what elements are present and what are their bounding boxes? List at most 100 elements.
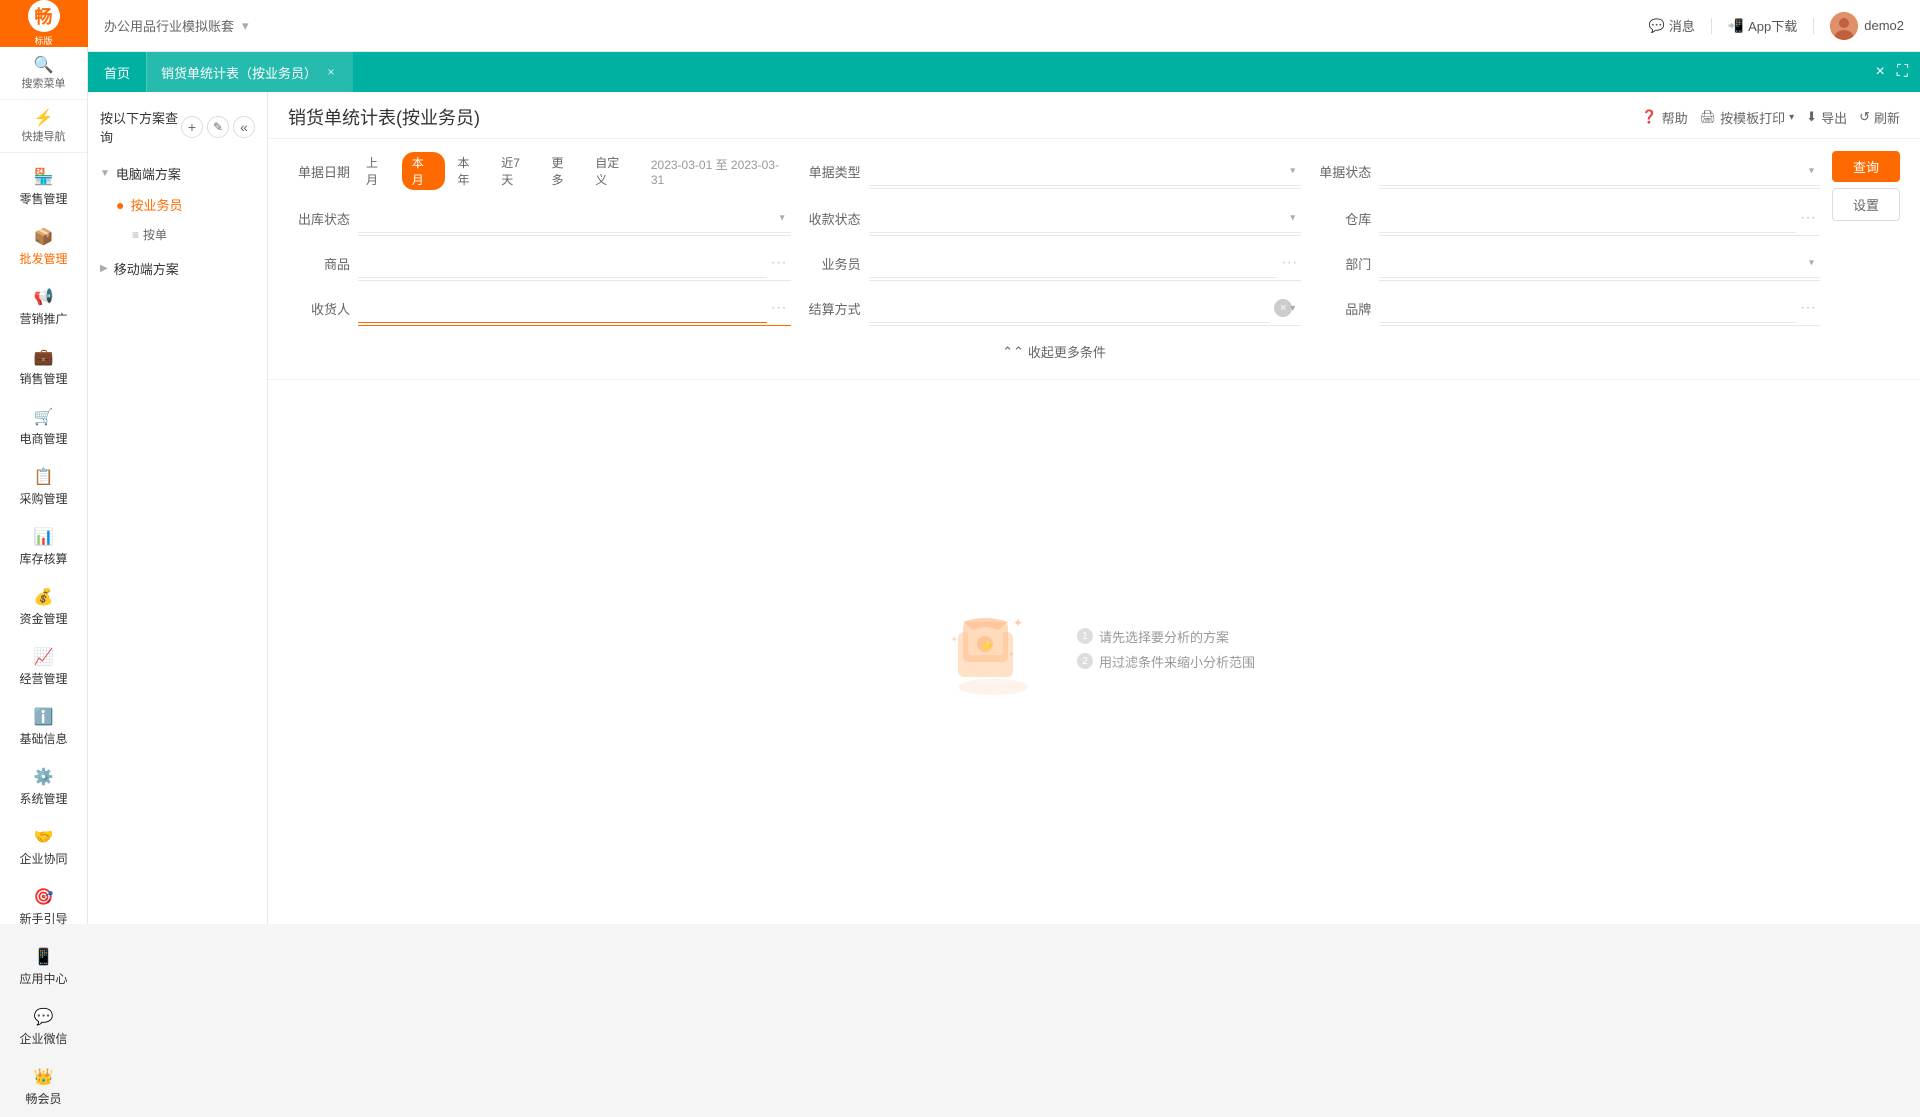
sidebar-item-basic[interactable]: ℹ️ 基础信息 (0, 697, 87, 757)
topbar-dropdown-icon[interactable]: ▾ (242, 18, 249, 34)
doc-status-input[interactable] (1379, 156, 1820, 186)
svg-text:✦: ✦ (1008, 650, 1015, 659)
receipt-status-input[interactable] (869, 203, 1302, 233)
left-panel-collapse-btn[interactable]: « (233, 116, 255, 138)
doc-type-input[interactable] (869, 156, 1302, 186)
step-2-num: 2 (1077, 653, 1093, 669)
coop-icon: 🤝 (34, 827, 54, 847)
receiver-dots[interactable]: ··· (767, 299, 791, 317)
sidebar: 畅 标版 🔍 搜索菜单 ⚡ 快捷导航 🏪 零售管理 📦 批发管理 📢 营销推广 … (0, 0, 88, 924)
collapse-more-btn[interactable]: ⌃⌃ 收起更多条件 (986, 336, 1122, 367)
filter-col-date: 单据日期 上月 本月 本年 近7天 更多 自定义 2023-03-01 至 20… (288, 151, 799, 191)
sidebar-item-system[interactable]: ⚙️ 系统管理 (0, 757, 87, 817)
right-panel: 销货单统计表(按业务员) ❓ 帮助 🖨 按模板打印 ▾ ⬇ 导出 (268, 92, 1920, 924)
out-status-input[interactable] (358, 203, 791, 233)
date-more[interactable]: 更多 (544, 151, 584, 191)
tab-close-icon[interactable]: × (323, 64, 339, 80)
empty-step-2: 2 用过滤条件来缩小分析范围 (1077, 652, 1255, 671)
lp-item-by-order[interactable]: ≡ 按单 (88, 220, 267, 249)
basic-icon: ℹ️ (34, 707, 54, 727)
goods-dots[interactable]: ··· (767, 254, 791, 272)
left-panel-header: 按以下方案查询 + ✎ « (88, 100, 267, 154)
export-icon: ⬇ (1806, 109, 1817, 125)
sidebar-item-retail[interactable]: 🏪 零售管理 (0, 157, 87, 217)
tab-home[interactable]: 首页 (88, 52, 147, 92)
refresh-btn[interactable]: ↺ 刷新 (1859, 108, 1900, 127)
date-last-month[interactable]: 上月 (358, 151, 398, 191)
sidebar-item-appcenter[interactable]: 📱 应用中心 (0, 937, 87, 997)
export-btn[interactable]: ⬇ 导出 (1806, 108, 1847, 127)
tabbar: 首页 销货单统计表（按业务员） × × ⛶ (88, 52, 1920, 92)
lp-section-desktop-title[interactable]: ▼ 电脑端方案 (88, 158, 267, 189)
message-btn[interactable]: 💬 消息 (1649, 16, 1695, 35)
brand-label: 品牌 (1309, 299, 1379, 318)
business-icon: 📈 (34, 647, 54, 667)
date-this-month[interactable]: 本月 (402, 152, 446, 190)
help-btn[interactable]: ❓ 帮助 (1641, 108, 1687, 127)
sidebar-item-purchase[interactable]: 📋 采购管理 (0, 457, 87, 517)
empty-state: ⭐ ✦ ✦ ✦ 1 请先选择要分析的方案 2 (268, 380, 1920, 924)
sidebar-item-wechat[interactable]: 💬 企业微信 (0, 997, 87, 1057)
filter-area: 单据日期 上月 本月 本年 近7天 更多 自定义 2023-03-01 至 20… (268, 139, 1920, 380)
sidebar-item-inventory[interactable]: 📊 库存核算 (0, 517, 87, 577)
app-logo[interactable]: 畅 标版 (0, 0, 88, 47)
search-menu[interactable]: 🔍 搜索菜单 (0, 47, 87, 100)
tab-sales-stat[interactable]: 销货单统计表（按业务员） × (147, 52, 353, 92)
date-custom[interactable]: 自定义 (587, 151, 639, 191)
date-7days[interactable]: 近7天 (493, 151, 539, 191)
page-title: 销货单统计表(按业务员) (288, 104, 480, 130)
app-download-btn[interactable]: 📲 App下载 (1728, 16, 1797, 35)
quick-nav[interactable]: ⚡ 快捷导航 (0, 100, 87, 153)
settlement-control: × ▾ (869, 291, 1302, 326)
settlement-label: 结算方式 (799, 299, 869, 318)
filter-col-receipt-status: 收款状态 ▾ (799, 201, 1310, 236)
settlement-clear-btn[interactable]: × (1274, 299, 1292, 317)
query-btn[interactable]: 查询 (1832, 151, 1900, 182)
topbar-sep-1 (1711, 18, 1712, 34)
date-this-year[interactable]: 本年 (449, 151, 489, 191)
sidebar-item-finance[interactable]: 💰 资金管理 (0, 577, 87, 637)
dept-input[interactable] (1379, 248, 1820, 278)
warehouse-input[interactable] (1379, 203, 1796, 233)
sidebar-item-newbie[interactable]: 🎯 新手引导 (0, 877, 87, 937)
date-range-display: 2023-03-01 至 2023-03-31 (651, 156, 791, 187)
salesperson-input[interactable] (869, 248, 1278, 278)
receiver-control: ··· (358, 291, 791, 326)
tab-minimize-btn[interactable]: × (1871, 59, 1888, 85)
lp-section-mobile-title[interactable]: ▶ 移动端方案 (88, 253, 267, 284)
settlement-input[interactable] (869, 293, 1271, 323)
doc-status-label: 单据状态 (1309, 162, 1379, 181)
sidebar-item-marketing[interactable]: 📢 营销推广 (0, 277, 87, 337)
salesperson-control: ··· (869, 246, 1302, 281)
left-panel-edit-btn[interactable]: ✎ (207, 116, 229, 138)
filter-col-receiver: 收货人 ··· (288, 291, 799, 326)
sidebar-item-business[interactable]: 📈 经营管理 (0, 637, 87, 697)
user-avatar (1830, 12, 1858, 40)
lp-item-by-salesperson[interactable]: ● 按业务员 (88, 189, 267, 220)
filter-col-out-status: 出库状态 ▾ (288, 201, 799, 236)
svg-text:⭐: ⭐ (981, 639, 993, 652)
goods-input[interactable] (358, 248, 767, 278)
warehouse-dots[interactable]: ··· (1796, 209, 1820, 227)
filter-col-dept: 部门 ▾ (1309, 246, 1820, 281)
left-panel-add-btn[interactable]: + (181, 116, 203, 138)
receiver-input[interactable] (358, 293, 767, 323)
print-btn[interactable]: 🖨 按模板打印 ▾ (1700, 108, 1795, 127)
lp-section-mobile: ▶ 移动端方案 (88, 253, 267, 284)
user-menu[interactable]: demo2 (1830, 12, 1904, 40)
brand-dots[interactable]: ··· (1796, 299, 1820, 317)
content-area: 按以下方案查询 + ✎ « ▼ 电脑端方案 ● 按业务员 ≡ 按 (88, 92, 1920, 924)
topbar-title: 办公用品行业模拟账套 (104, 16, 234, 35)
topbar-left: 办公用品行业模拟账套 ▾ (104, 16, 249, 35)
tab-maximize-btn[interactable]: ⛶ (1893, 59, 1912, 85)
sidebar-item-member[interactable]: 👑 畅会员 (0, 1057, 87, 1117)
sidebar-item-sales[interactable]: 💼 销售管理 (0, 337, 87, 397)
lp-section-desktop: ▼ 电脑端方案 ● 按业务员 ≡ 按单 (88, 158, 267, 249)
settings-btn[interactable]: 设置 (1832, 188, 1900, 221)
empty-content: ⭐ ✦ ✦ ✦ 1 请先选择要分析的方案 2 (933, 602, 1255, 702)
sidebar-item-ecommerce[interactable]: 🛒 电商管理 (0, 397, 87, 457)
salesperson-dots[interactable]: ··· (1277, 254, 1301, 272)
brand-input[interactable] (1379, 293, 1796, 323)
sidebar-item-coop[interactable]: 🤝 企业协同 (0, 817, 87, 877)
sidebar-item-wholesale[interactable]: 📦 批发管理 (0, 217, 87, 277)
